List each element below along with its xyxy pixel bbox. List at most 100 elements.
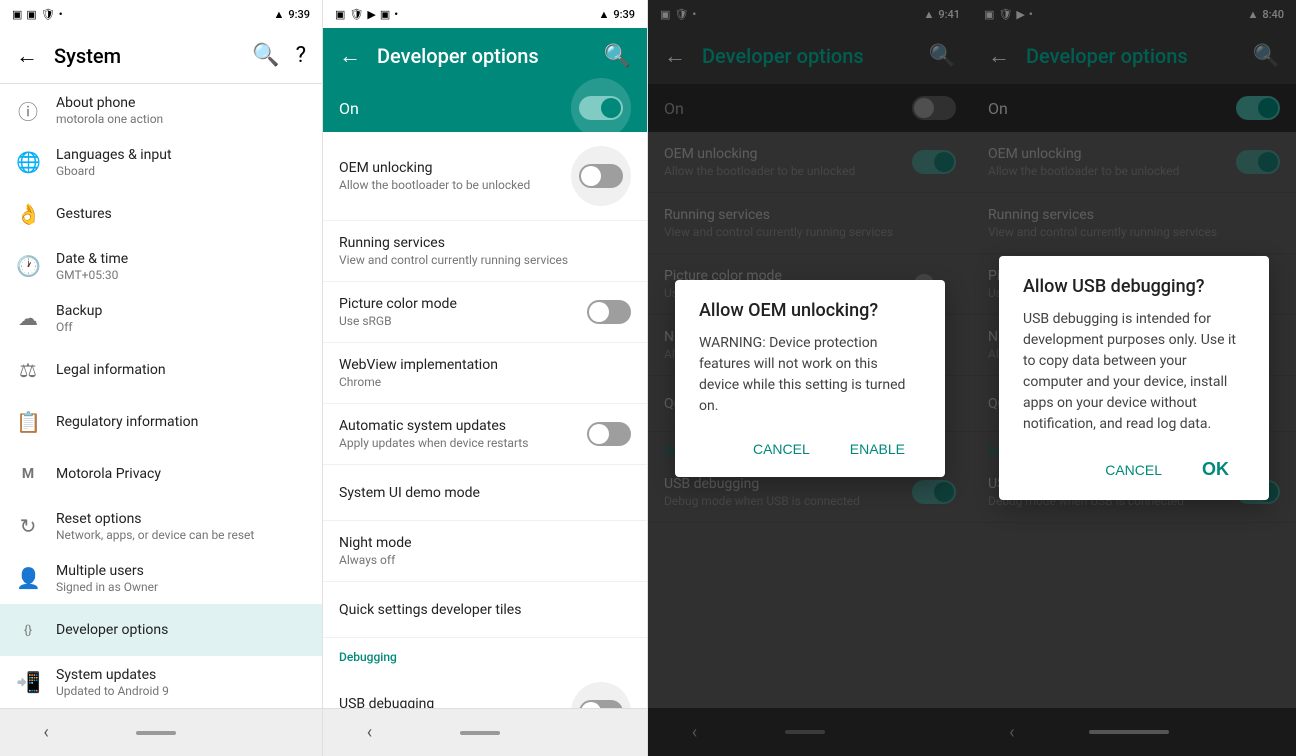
usb-dialog-actions: Cancel OK [1023, 451, 1245, 492]
webview-subtitle: Chrome [339, 375, 631, 389]
sidebar-item-reset[interactable]: ↻ Reset options Network, apps, or device… [0, 500, 322, 552]
backup-icon: ☁ [16, 306, 40, 330]
wifi-icon: ▲ [273, 8, 284, 21]
picture-toggle[interactable] [587, 300, 631, 324]
oem-title: OEM unlocking [339, 160, 571, 176]
oem-dialog-message: WARNING: Device protection features will… [699, 333, 921, 417]
back-nav-2[interactable]: ‹ [367, 722, 372, 743]
usb-dialog-title: Allow USB debugging? [1023, 276, 1245, 297]
home-pill-1[interactable] [136, 731, 176, 735]
privacy-title: Motorola Privacy [56, 466, 306, 482]
about-title: About phone [56, 95, 306, 111]
gestures-title: Gestures [56, 206, 306, 222]
sidebar-item-gestures[interactable]: 👌 Gestures [0, 188, 322, 240]
pkg-icon: ▣ [335, 8, 345, 21]
language-subtitle: Gboard [56, 164, 306, 178]
panel-system-settings: ▣ ▣ 🛡 • ▲ 9:39 ← System 🔍 ? ⓘ About phon… [0, 0, 323, 756]
picture-subtitle: Use sRGB [339, 314, 587, 328]
toggle-switch-2[interactable] [579, 96, 623, 120]
legal-icon: ⚖ [16, 358, 40, 382]
updates-title: System updates [56, 667, 306, 683]
sidebar-item-developer[interactable]: {} Developer options [0, 604, 322, 656]
search-icon-2[interactable]: 🔍 [604, 44, 631, 69]
gestures-icon: 👌 [16, 202, 40, 226]
privacy-icon: M [16, 466, 40, 482]
toggle-highlight-2[interactable] [571, 78, 631, 138]
reset-title: Reset options [56, 511, 306, 527]
sidebar-item-datetime[interactable]: 🕐 Date & time GMT+05:30 [0, 240, 322, 292]
usb-toggle[interactable] [579, 700, 623, 708]
datetime-icon: 🕐 [16, 254, 40, 278]
auto-updates-toggle[interactable] [587, 422, 631, 446]
developer-toggle-header: On [323, 84, 647, 132]
usb-dialog: Allow USB debugging? USB debugging is in… [999, 256, 1269, 500]
usb-title: USB debugging [339, 696, 571, 708]
appbar-developer: ← Developer options 🔍 [323, 28, 647, 84]
settings-list-2: OEM unlocking Allow the bootloader to be… [323, 132, 647, 708]
sidebar-item-regulatory[interactable]: 📋 Regulatory information [0, 396, 322, 448]
storage-icon: ▣ [26, 8, 36, 21]
developer-icon: {} [16, 623, 40, 637]
appbar-title-1: System [54, 44, 236, 68]
developer-title: Developer options [56, 622, 306, 638]
oem-enable-button[interactable]: Enable [834, 433, 921, 465]
oem-unlocking-item[interactable]: OEM unlocking Allow the bootloader to be… [323, 132, 647, 221]
demo-mode-item[interactable]: System UI demo mode [323, 465, 647, 521]
oem-dialog-overlay: Allow OEM unlocking? WARNING: Device pro… [648, 0, 972, 756]
panel-developer-dark-oem: ▣ 🛡 • ▲ 9:41 ← Developer options 🔍 On OE… [648, 0, 972, 756]
sidebar-item-legal[interactable]: ⚖ Legal information [0, 344, 322, 396]
status-icons-left: ▣ ▣ 🛡 • [12, 8, 63, 21]
auto-updates-subtitle: Apply updates when device restarts [339, 436, 587, 450]
oem-toggle[interactable] [579, 164, 623, 188]
running-services-item[interactable]: Running services View and control curren… [323, 221, 647, 282]
help-icon-1[interactable]: ? [296, 43, 306, 68]
users-title: Multiple users [56, 563, 306, 579]
sidebar-item-updates[interactable]: 📲 System updates Updated to Android 9 [0, 656, 322, 708]
appbar-title-2: Developer options [377, 44, 588, 68]
appbar-system: ← System 🔍 ? [0, 28, 322, 84]
usb-toggle-highlight [571, 682, 631, 708]
sidebar-item-backup[interactable]: ☁ Backup Off [0, 292, 322, 344]
back-icon-2[interactable]: ← [339, 43, 361, 69]
quick-title: Quick settings developer tiles [339, 602, 631, 618]
usb-debug-item[interactable]: USB debugging Debug mode when USB is con… [323, 668, 647, 708]
usb-cancel-button[interactable]: Cancel [1089, 451, 1178, 488]
sidebar-item-users[interactable]: 👤 Multiple users Signed in as Owner [0, 552, 322, 604]
picture-title: Picture color mode [339, 296, 587, 312]
oem-subtitle: Allow the bootloader to be unlocked [339, 178, 571, 192]
sidebar-item-privacy[interactable]: M Motorola Privacy [0, 448, 322, 500]
picture-color-item[interactable]: Picture color mode Use sRGB [323, 282, 647, 343]
auto-updates-item[interactable]: Automatic system updates Apply updates w… [323, 404, 647, 465]
clip-icon: ▣ [380, 8, 390, 21]
sidebar-item-about[interactable]: ⓘ About phone motorola one action [0, 84, 322, 136]
search-icon-1[interactable]: 🔍 [252, 43, 279, 68]
about-subtitle: motorola one action [56, 112, 306, 126]
updates-subtitle: Updated to Android 9 [56, 684, 306, 698]
auto-updates-title: Automatic system updates [339, 418, 587, 434]
language-icon: 🌐 [16, 150, 40, 174]
usb-dialog-overlay: Allow USB debugging? USB debugging is in… [972, 0, 1296, 756]
back-icon-1[interactable]: ← [16, 43, 38, 69]
users-subtitle: Signed in as Owner [56, 580, 306, 594]
webview-item[interactable]: WebView implementation Chrome [323, 343, 647, 404]
legal-title: Legal information [56, 362, 306, 378]
updates-icon: 📲 [16, 670, 40, 694]
reset-subtitle: Network, apps, or device can be reset [56, 528, 306, 542]
back-nav-1[interactable]: ‹ [43, 722, 48, 743]
webview-title: WebView implementation [339, 357, 631, 373]
quick-tiles-item[interactable]: Quick settings developer tiles [323, 582, 647, 638]
oem-cancel-button[interactable]: Cancel [737, 433, 826, 465]
home-pill-2[interactable] [460, 731, 500, 735]
usb-ok-button[interactable]: OK [1186, 451, 1245, 488]
demo-title: System UI demo mode [339, 485, 631, 501]
users-icon: 👤 [16, 566, 40, 590]
night-mode-item[interactable]: Night mode Always off [323, 521, 647, 582]
backup-title: Backup [56, 303, 306, 319]
language-title: Languages & input [56, 147, 306, 163]
section-debugging-2: Debugging [323, 638, 647, 668]
sim-icon: ▣ [12, 8, 22, 21]
running-title: Running services [339, 235, 631, 251]
toggle-label-2: On [339, 99, 359, 118]
sidebar-item-language[interactable]: 🌐 Languages & input Gboard [0, 136, 322, 188]
oem-dialog-title: Allow OEM unlocking? [699, 300, 921, 321]
